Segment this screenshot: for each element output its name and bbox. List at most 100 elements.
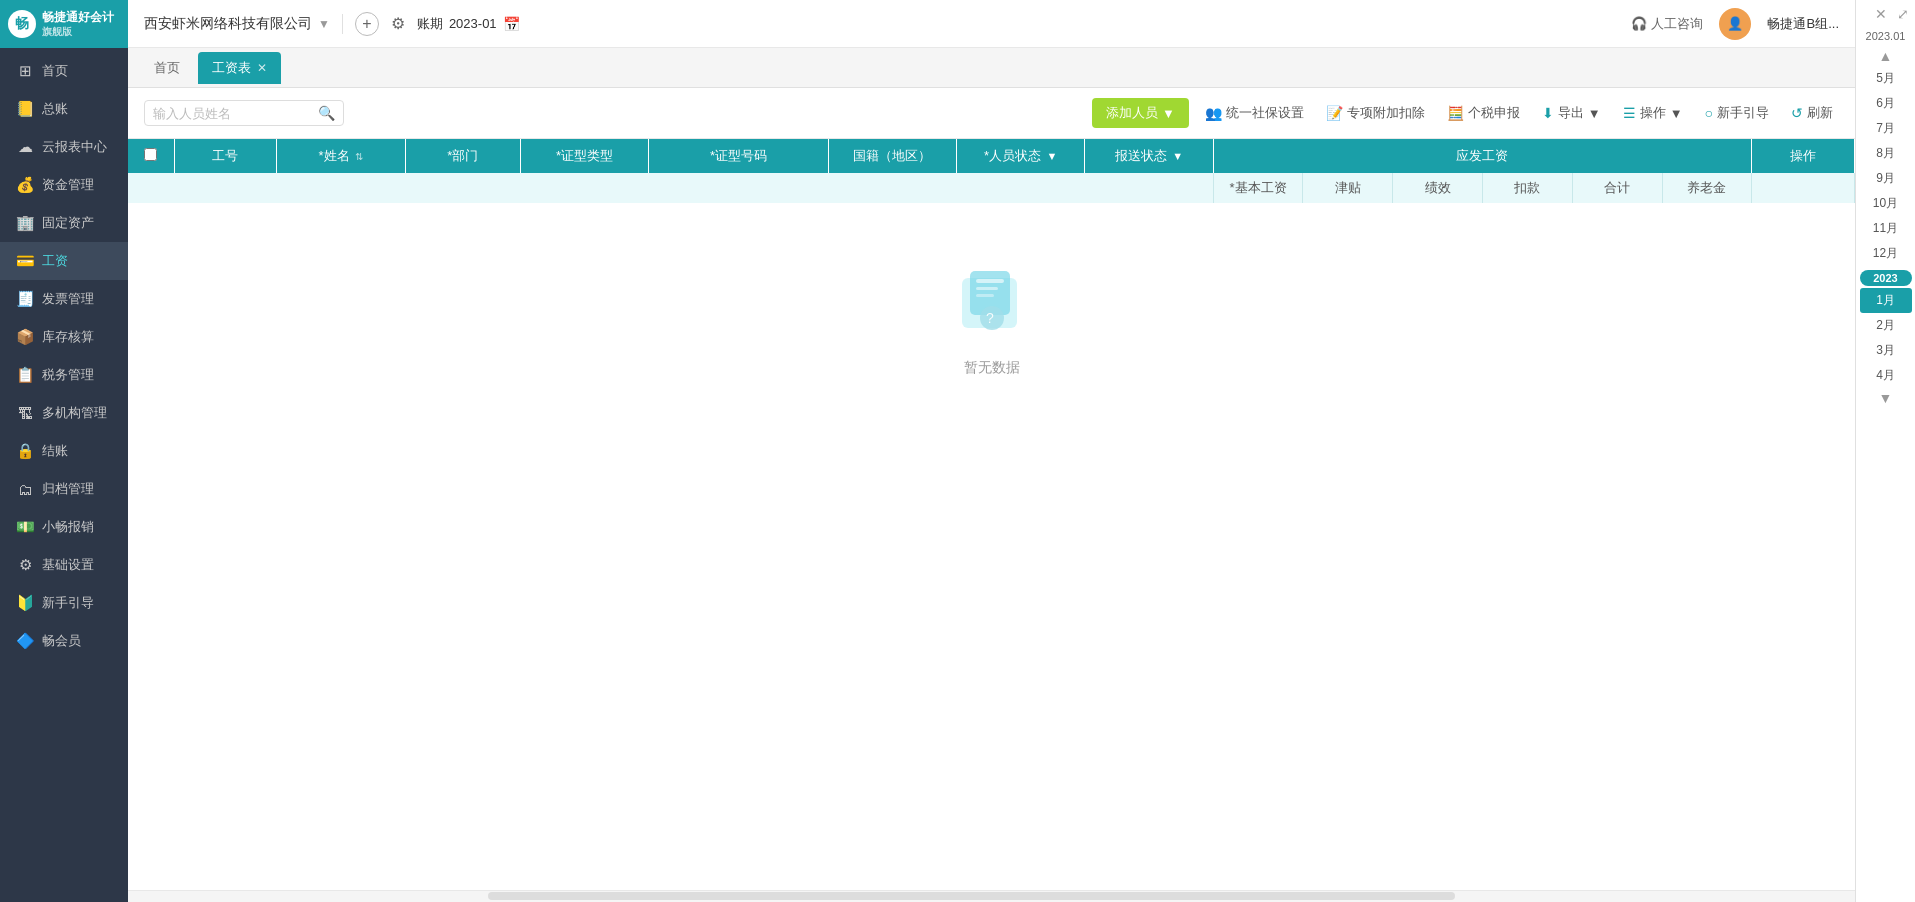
sidebar-item-label-inventory: 库存核算 (42, 328, 94, 346)
sidebar-item-tax[interactable]: 📋税务管理 (0, 356, 128, 394)
sidebar-item-label-guide: 新手引导 (42, 594, 94, 612)
sidebar-item-multiorg[interactable]: 🏗多机构管理 (0, 394, 128, 432)
operations-button[interactable]: ☰ 操作 ▼ (1617, 100, 1689, 126)
operations-icon: ☰ (1623, 105, 1636, 121)
sidebar-item-guide[interactable]: 🔰新手引导 (0, 584, 128, 622)
table-wrap: 工号 *姓名 ⇅ *部门 *证型类型 *证型号码 国籍（地区） *人员状态 ▼ … (128, 139, 1855, 890)
export-button[interactable]: ⬇ 导出 ▼ (1536, 100, 1607, 126)
add-company-button[interactable]: + (355, 12, 379, 36)
sidebar-item-label-expense: 小畅报销 (42, 518, 94, 536)
sidebar-item-settings[interactable]: ⚙基础设置 (0, 546, 128, 584)
period-label: 账期 (417, 15, 443, 33)
th-salary-group: 应发工资 (1213, 139, 1752, 173)
service-label: 人工咨询 (1651, 15, 1703, 33)
sidebar-item-label-settings: 基础设置 (42, 556, 94, 574)
tab-salary-close-icon[interactable]: ✕ (257, 61, 267, 75)
archive-icon: 🗂 (16, 481, 34, 498)
sidebar: 畅 畅捷通好会计 旗舰版 ⊞首页📒总账☁云报表中心💰资金管理🏢固定资产💳工资🧾发… (0, 0, 128, 902)
sidebar-item-salary[interactable]: 💳工资 (0, 242, 128, 280)
sidebar-item-label-tax: 税务管理 (42, 366, 94, 384)
sidebar-item-fund[interactable]: 💰资金管理 (0, 166, 128, 204)
company-name: 西安虾米网络科技有限公司 (144, 15, 312, 33)
month-panel: ✕ ⤢ 2023.01 ▲ 5月6月7月8月9月10月11月12月20231月2… (1855, 0, 1915, 902)
th-report[interactable]: 报送状态 ▼ (1085, 139, 1213, 173)
company-chevron-icon: ▼ (318, 17, 330, 31)
table-scrollbar[interactable] (128, 890, 1855, 902)
month-item-4月[interactable]: 4月 (1860, 363, 1912, 388)
special-deduction-button[interactable]: 📝 专项附加扣除 (1320, 100, 1431, 126)
sidebar-item-archive[interactable]: 🗂归档管理 (0, 470, 128, 508)
svg-rect-3 (976, 287, 998, 290)
sidebar-item-label-fund: 资金管理 (42, 176, 94, 194)
settings-icon[interactable]: ⚙ (391, 14, 405, 33)
month-list: 5月6月7月8月9月10月11月12月 2023 1月2月3月4月 (1860, 66, 1912, 388)
month-next-button[interactable]: ▼ (1860, 388, 1912, 408)
sidebar-item-invoice[interactable]: 🧾发票管理 (0, 280, 128, 318)
month-item-11月[interactable]: 11月 (1860, 216, 1912, 241)
fixed-icon: 🏢 (16, 214, 34, 232)
sidebar-item-inventory[interactable]: 📦 库存核算 (0, 318, 128, 356)
multiorg-icon: 🏗 (16, 405, 34, 422)
tab-salary[interactable]: 工资表 ✕ (198, 52, 281, 84)
tab-home[interactable]: 首页 (140, 52, 194, 84)
search-input[interactable] (153, 106, 312, 121)
th-status[interactable]: *人员状态 ▼ (957, 139, 1085, 173)
close-panel-button[interactable]: ✕ (1871, 4, 1891, 24)
month-prev-button[interactable]: ▲ (1860, 46, 1912, 66)
month-item-12月[interactable]: 12月 (1860, 241, 1912, 266)
username-label: 畅捷通B组... (1767, 15, 1839, 33)
add-person-button[interactable]: 添加人员 ▼ (1092, 98, 1189, 128)
year-label: 2023 (1860, 270, 1912, 286)
month-item-10月[interactable]: 10月 (1860, 191, 1912, 216)
th-name[interactable]: *姓名 ⇅ (277, 139, 405, 173)
add-person-chevron-icon: ▼ (1162, 106, 1175, 121)
guide-button[interactable]: ○ 新手引导 (1699, 100, 1775, 126)
expand-panel-button[interactable]: ⤢ (1893, 4, 1913, 24)
salary-icon: 💳 (16, 252, 34, 270)
refresh-button[interactable]: ↺ 刷新 (1785, 100, 1839, 126)
sidebar-item-ledger[interactable]: 📒总账 (0, 90, 128, 128)
salary-table: 工号 *姓名 ⇅ *部门 *证型类型 *证型号码 国籍（地区） *人员状态 ▼ … (128, 139, 1855, 203)
sidebar-nav: ⊞首页📒总账☁云报表中心💰资金管理🏢固定资产💳工资🧾发票管理 📦 库存核算 📋税务管理… (0, 48, 128, 902)
export-chevron-icon: ▼ (1588, 106, 1601, 121)
sidebar-item-close[interactable]: 🔒结账 (0, 432, 128, 470)
month-item-9月[interactable]: 9月 (1860, 166, 1912, 191)
select-all-checkbox[interactable] (144, 148, 157, 161)
search-wrap[interactable]: 🔍 (144, 100, 344, 126)
empty-state: ? 暂无数据 (128, 203, 1855, 437)
sidebar-item-home[interactable]: ⊞首页 (0, 52, 128, 90)
service-button[interactable]: 🎧 人工咨询 (1631, 15, 1703, 33)
sidebar-item-cloud[interactable]: ☁云报表中心 (0, 128, 128, 166)
month-item-3月[interactable]: 3月 (1860, 338, 1912, 363)
close-icon: 🔒 (16, 442, 34, 460)
th-checkbox[interactable] (128, 139, 174, 173)
social-security-icon: 👥 (1205, 105, 1222, 121)
month-item-7月[interactable]: 7月 (1860, 116, 1912, 141)
month-item-5月[interactable]: 5月 (1860, 66, 1912, 91)
sidebar-item-expense[interactable]: 💵小畅报销 (0, 508, 128, 546)
inventory-icon: 📦 (16, 328, 34, 346)
app-title-block: 畅捷通好会计 旗舰版 (42, 10, 114, 39)
th-id: 工号 (174, 139, 277, 173)
month-item-6月[interactable]: 6月 (1860, 91, 1912, 116)
month-item-8月[interactable]: 8月 (1860, 141, 1912, 166)
user-avatar[interactable]: 👤 (1719, 8, 1751, 40)
sidebar-item-fixed[interactable]: 🏢固定资产 (0, 204, 128, 242)
th-dept: *部门 (405, 139, 520, 173)
month-item-2月[interactable]: 2月 (1860, 313, 1912, 338)
calendar-icon[interactable]: 📅 (503, 16, 520, 32)
export-label: 导出 (1558, 104, 1584, 122)
sidebar-item-label-invoice: 发票管理 (42, 290, 94, 308)
topbar-divider-1 (342, 14, 343, 34)
svg-rect-2 (976, 279, 1004, 283)
app-logo: 畅 畅捷通好会计 旗舰版 (0, 0, 128, 48)
social-security-button[interactable]: 👥 统一社保设置 (1199, 100, 1310, 126)
month-item-1月[interactable]: 1月 (1860, 288, 1912, 313)
personal-tax-button[interactable]: 🧮 个税申报 (1441, 100, 1526, 126)
sidebar-item-member[interactable]: 🔷畅会员 (0, 622, 128, 660)
search-icon[interactable]: 🔍 (318, 105, 335, 121)
tab-home-label: 首页 (154, 59, 180, 77)
personal-tax-label: 个税申报 (1468, 104, 1520, 122)
company-selector[interactable]: 西安虾米网络科技有限公司 ▼ (144, 15, 330, 33)
th-subsidy: 津贴 (1303, 173, 1393, 203)
